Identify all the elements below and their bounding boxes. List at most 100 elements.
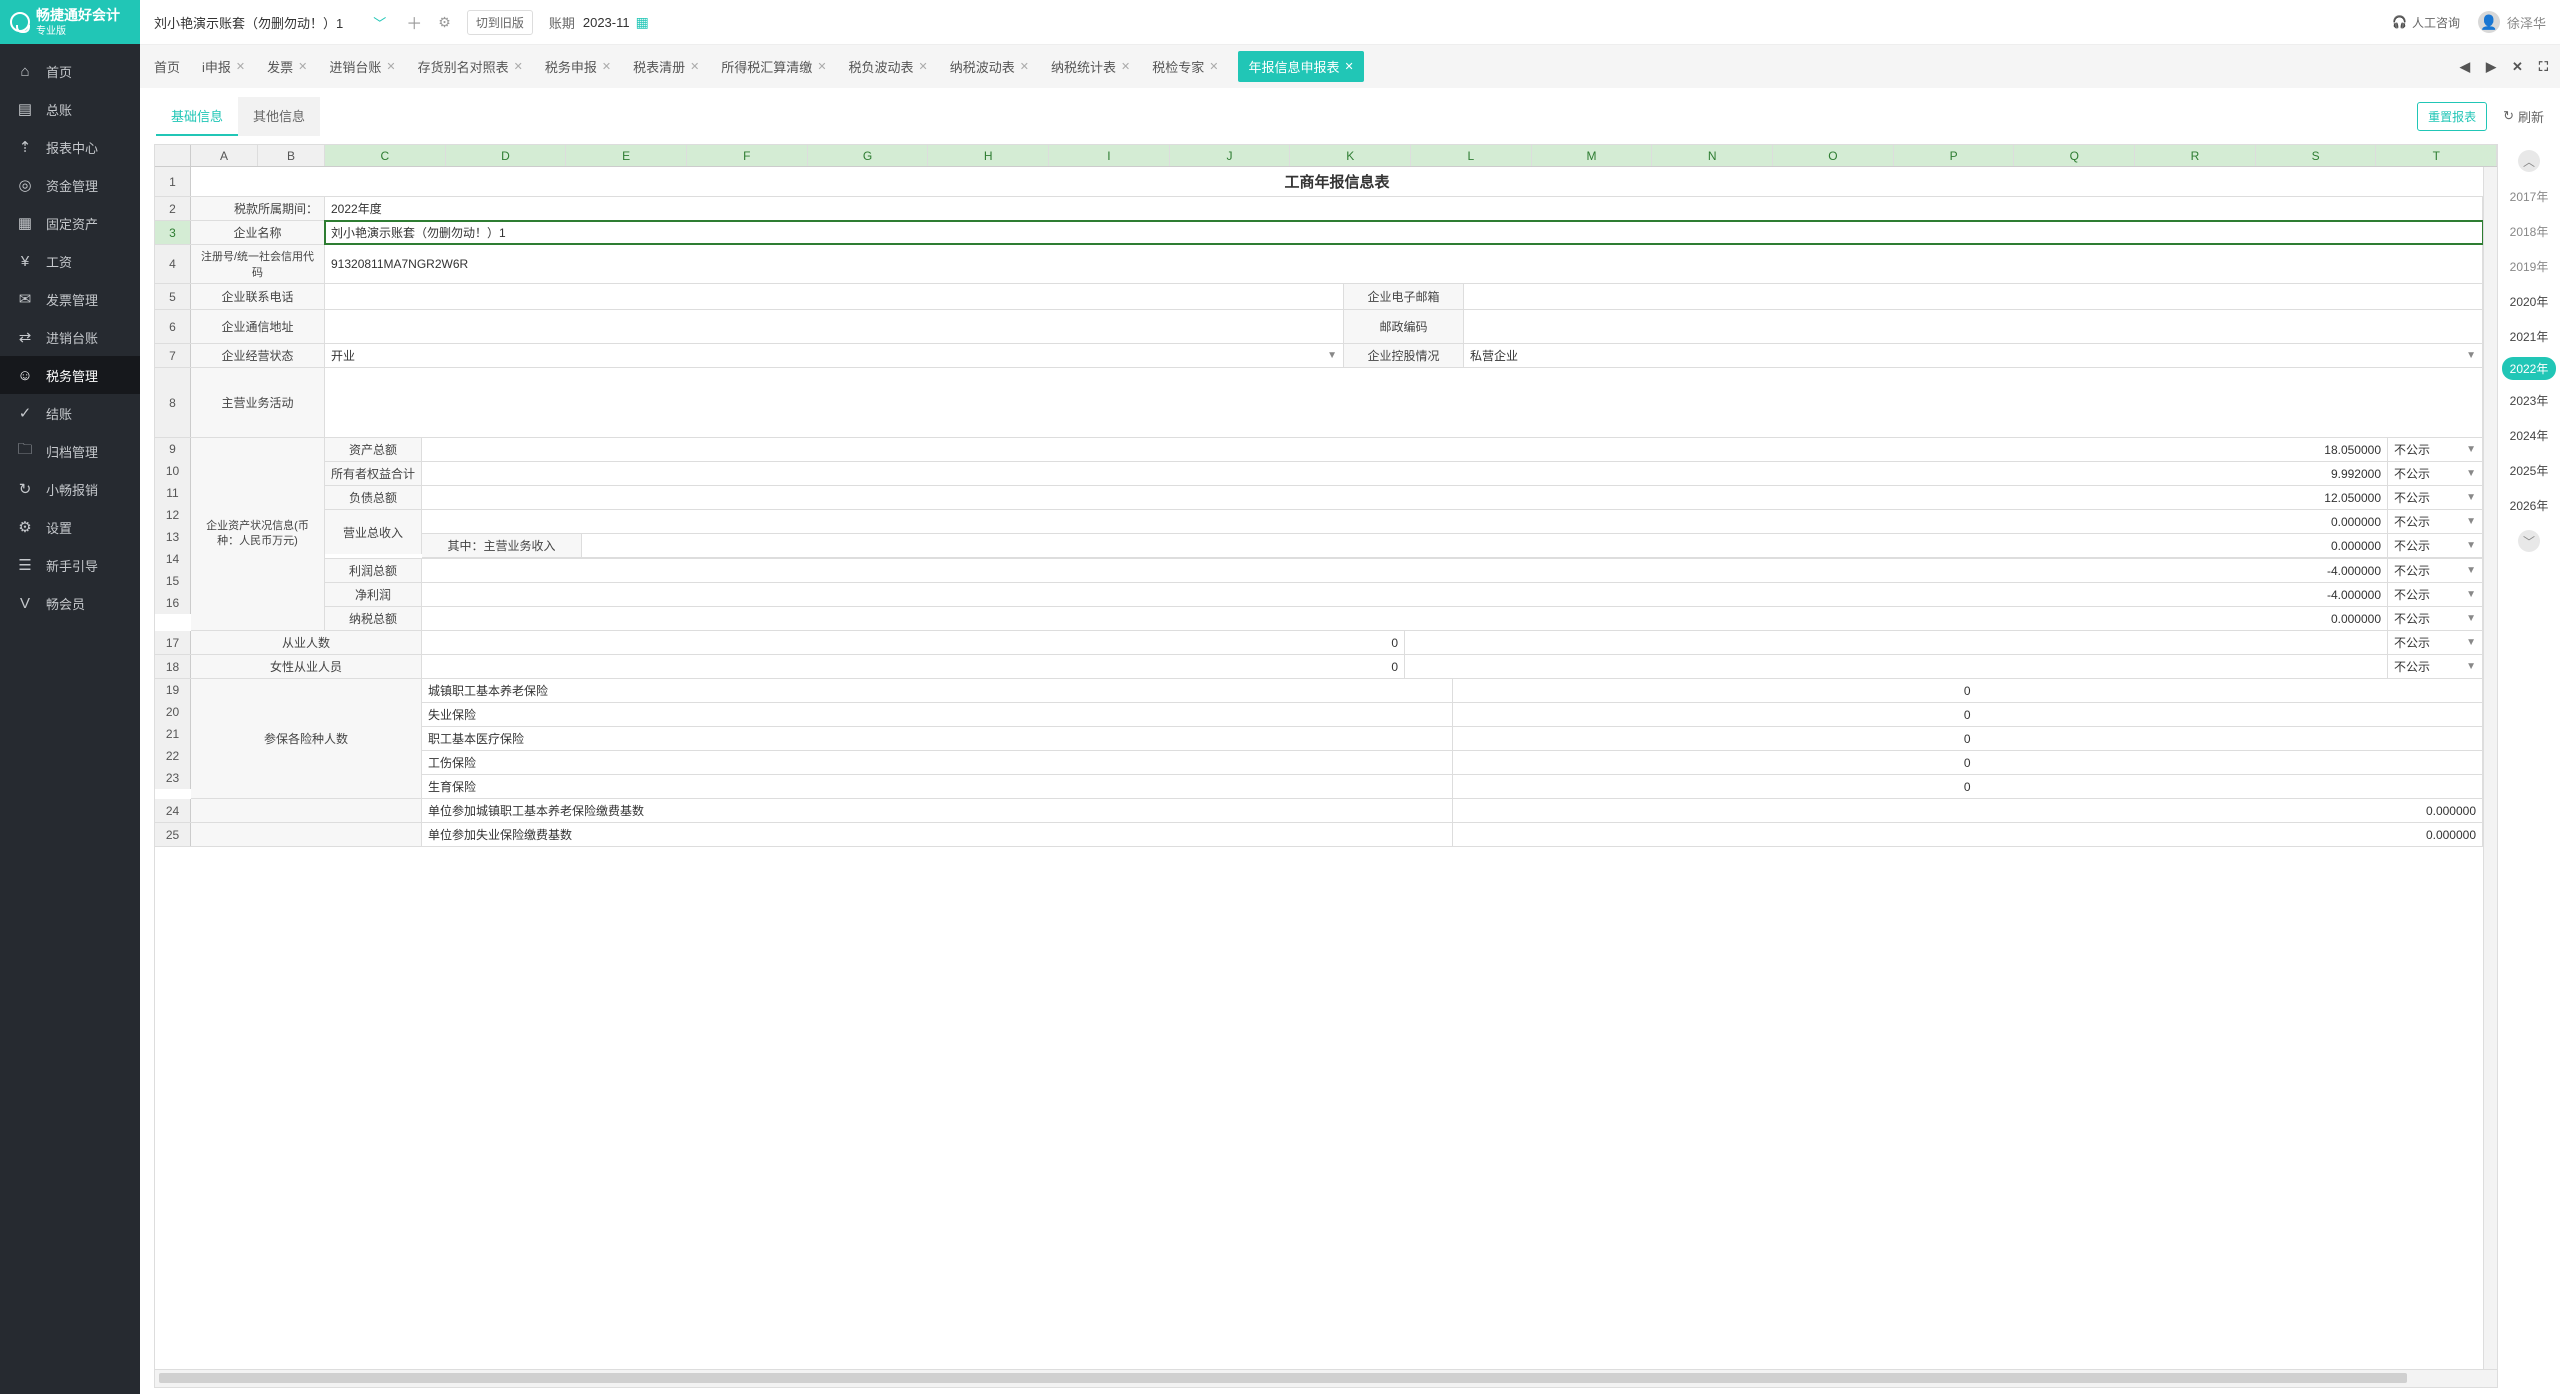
refresh-button[interactable]: ↻ 刷新 bbox=[2503, 107, 2544, 126]
account-selector[interactable]: 刘小艳演示账套（勿删勿动！）1 bbox=[154, 13, 343, 32]
sidebar-item[interactable]: ◎资金管理 bbox=[0, 166, 140, 204]
reg-value[interactable]: 91320811MA7NGR2W6R bbox=[325, 245, 2483, 283]
email-value[interactable] bbox=[1464, 284, 2483, 309]
sidebar-item[interactable]: V畅会员 bbox=[0, 584, 140, 622]
tab-close-all-button[interactable]: ✕ bbox=[2512, 59, 2523, 75]
column-header[interactable]: G bbox=[808, 145, 929, 166]
column-header[interactable]: D bbox=[446, 145, 567, 166]
tab[interactable]: 首页 bbox=[152, 53, 182, 80]
sub-rev-value[interactable]: 0.000000 bbox=[582, 534, 2388, 557]
row-number[interactable]: 16 bbox=[155, 592, 191, 614]
sidebar-item[interactable]: 🗀归档管理 bbox=[0, 432, 140, 470]
close-icon[interactable]: ✕ bbox=[602, 60, 611, 73]
row-number[interactable]: 19 bbox=[155, 679, 191, 701]
column-header[interactable]: I bbox=[1049, 145, 1170, 166]
close-icon[interactable]: ✕ bbox=[919, 60, 928, 73]
tab[interactable]: 所得税汇算清缴✕ bbox=[719, 53, 828, 80]
pub-dropdown[interactable]: 不公示▼ bbox=[2388, 486, 2483, 509]
row-number[interactable]: 13 bbox=[155, 526, 191, 548]
column-header[interactable]: T bbox=[2376, 145, 2497, 166]
column-header[interactable]: E bbox=[566, 145, 687, 166]
row-number[interactable]: 17 bbox=[155, 631, 191, 654]
holding-dropdown[interactable]: 私营企业▼ bbox=[1464, 344, 2483, 367]
row-number[interactable]: 4 bbox=[155, 245, 191, 283]
calendar-icon[interactable]: ▦ bbox=[636, 14, 649, 31]
year-item[interactable]: 2022年 bbox=[2502, 357, 2557, 380]
fin-value[interactable]: 18.050000 bbox=[422, 438, 2388, 461]
close-icon[interactable]: ✕ bbox=[1209, 60, 1218, 73]
add-account-button[interactable]: ＋ bbox=[406, 10, 422, 34]
row-number[interactable]: 23 bbox=[155, 767, 191, 789]
tab[interactable]: 税务申报✕ bbox=[543, 53, 613, 80]
vertical-scrollbar[interactable] bbox=[2483, 167, 2497, 1369]
row-number[interactable]: 24 bbox=[155, 799, 191, 822]
sheet-tab[interactable]: 其他信息 bbox=[238, 97, 320, 136]
switch-old-version-button[interactable]: 切到旧版 bbox=[467, 10, 533, 35]
column-header[interactable]: L bbox=[1411, 145, 1532, 166]
sidebar-item[interactable]: ¥工资 bbox=[0, 242, 140, 280]
column-header[interactable]: R bbox=[2135, 145, 2256, 166]
year-item[interactable]: 2024年 bbox=[2510, 421, 2549, 450]
sidebar-item[interactable]: ⇄进销台账 bbox=[0, 318, 140, 356]
row-number[interactable]: 22 bbox=[155, 745, 191, 767]
column-header[interactable]: O bbox=[1773, 145, 1894, 166]
row-number[interactable]: 1 bbox=[155, 167, 191, 196]
select-all-corner[interactable] bbox=[155, 145, 191, 166]
settings-icon[interactable]: ⚙ bbox=[438, 14, 451, 31]
consult-button[interactable]: 🎧 人工咨询 bbox=[2392, 14, 2460, 31]
tab[interactable]: 进销台账✕ bbox=[327, 53, 397, 80]
tab-next-button[interactable]: ▶ bbox=[2486, 59, 2496, 75]
column-header[interactable]: M bbox=[1532, 145, 1653, 166]
row-number[interactable]: 15 bbox=[155, 570, 191, 592]
sidebar-item[interactable]: ✉发票管理 bbox=[0, 280, 140, 318]
tab[interactable]: 税表清册✕ bbox=[631, 53, 701, 80]
row-number[interactable]: 12 bbox=[155, 504, 191, 526]
main-biz-value[interactable] bbox=[325, 368, 2483, 437]
status-dropdown[interactable]: 开业▼ bbox=[325, 344, 1344, 367]
tab[interactable]: i申报✕ bbox=[200, 53, 247, 80]
column-header[interactable]: J bbox=[1170, 145, 1291, 166]
row-number[interactable]: 2 bbox=[155, 197, 191, 220]
pub-dropdown[interactable]: 不公示▼ bbox=[2388, 607, 2483, 630]
user-menu[interactable]: 👤 徐泽华 bbox=[2478, 11, 2546, 33]
tab[interactable]: 存货别名对照表✕ bbox=[416, 53, 525, 80]
sheet-tab[interactable]: 基础信息 bbox=[156, 97, 238, 136]
close-icon[interactable]: ✕ bbox=[1121, 60, 1130, 73]
horizontal-scrollbar[interactable] bbox=[155, 1369, 2497, 1387]
tab[interactable]: 纳税统计表✕ bbox=[1049, 53, 1132, 80]
ins-value[interactable]: 0 bbox=[1453, 727, 2484, 750]
base-value[interactable]: 0.000000 bbox=[1453, 799, 2484, 822]
column-header[interactable]: S bbox=[2256, 145, 2377, 166]
close-icon[interactable]: ✕ bbox=[1020, 60, 1029, 73]
column-header[interactable]: C bbox=[325, 145, 446, 166]
row-number[interactable]: 6 bbox=[155, 310, 191, 343]
period-value[interactable]: 2023-11 bbox=[583, 15, 630, 30]
row-number[interactable]: 8 bbox=[155, 368, 191, 437]
row-number[interactable]: 18 bbox=[155, 655, 191, 678]
sidebar-item[interactable]: ⚙设置 bbox=[0, 508, 140, 546]
year-down-button[interactable]: ﹀ bbox=[2518, 530, 2540, 552]
row-number[interactable]: 10 bbox=[155, 460, 191, 482]
column-header[interactable]: N bbox=[1652, 145, 1773, 166]
sidebar-item[interactable]: ☺税务管理 bbox=[0, 356, 140, 394]
fin-value[interactable]: 12.050000 bbox=[422, 486, 2388, 509]
year-item[interactable]: 2020年 bbox=[2510, 287, 2549, 316]
fullscreen-button[interactable]: ⛶ bbox=[2539, 59, 2548, 75]
column-header[interactable]: F bbox=[687, 145, 808, 166]
fin-value[interactable]: -4.000000 bbox=[422, 583, 2388, 606]
tab[interactable]: 发票✕ bbox=[265, 53, 309, 80]
female-value[interactable]: 0 bbox=[422, 655, 1405, 678]
column-header[interactable]: A bbox=[191, 145, 258, 166]
row-number[interactable]: 7 bbox=[155, 344, 191, 367]
tab[interactable]: 纳税波动表✕ bbox=[948, 53, 1031, 80]
employees-value[interactable]: 0 bbox=[422, 631, 1405, 654]
column-header[interactable]: K bbox=[1290, 145, 1411, 166]
pub-dropdown[interactable]: 不公示▼ bbox=[2388, 559, 2483, 582]
chevron-down-icon[interactable]: ﹀ bbox=[373, 13, 386, 32]
year-up-button[interactable]: ︿ bbox=[2518, 150, 2540, 172]
pub-dropdown[interactable]: 不公示▼ bbox=[2388, 462, 2483, 485]
ins-value[interactable]: 0 bbox=[1453, 679, 2484, 702]
row-number[interactable]: 9 bbox=[155, 438, 191, 460]
sidebar-item[interactable]: ⌂首页 bbox=[0, 52, 140, 90]
employees-pub-dropdown[interactable]: 不公示▼ bbox=[2388, 631, 2483, 654]
